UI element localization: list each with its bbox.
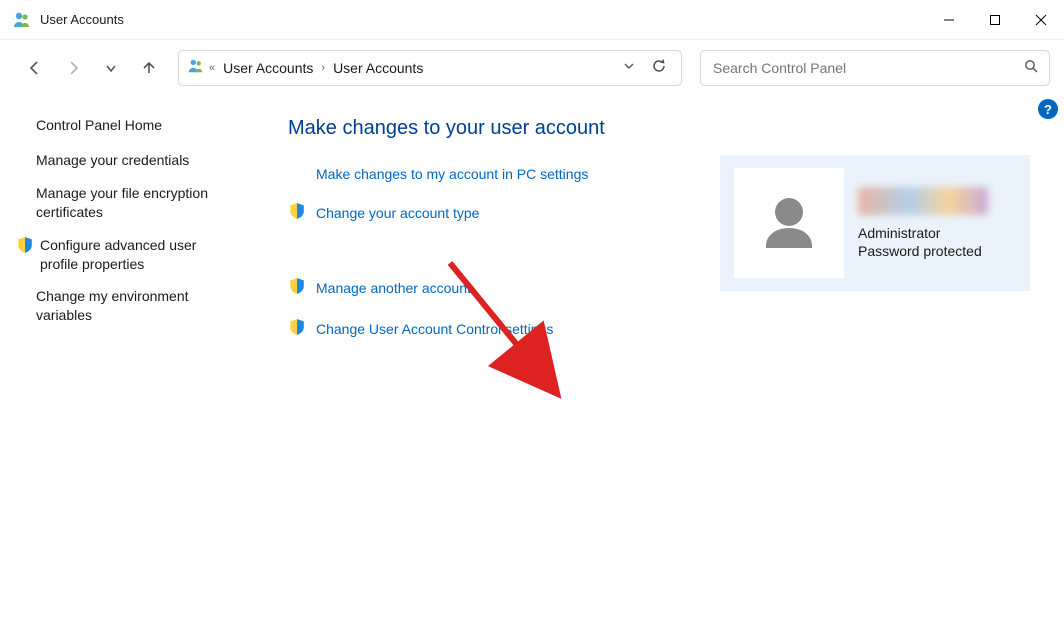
sidebar: Control Panel Home Manage your credentia… — [0, 95, 250, 631]
account-role: Administrator — [858, 225, 988, 241]
sidebar-item-label: Change my environment variables — [36, 287, 236, 325]
page-heading: Make changes to your user account — [288, 117, 1044, 140]
window-title: User Accounts — [40, 12, 124, 27]
user-accounts-icon — [187, 57, 205, 78]
toolbar: « User Accounts › User Accounts — [0, 40, 1064, 95]
chevron-right-icon: › — [321, 62, 325, 74]
shield-icon — [16, 236, 34, 259]
forward-button[interactable] — [56, 51, 90, 85]
account-status: Password protected — [858, 243, 988, 259]
sidebar-item-credentials[interactable]: Manage your credentials — [36, 151, 236, 170]
minimize-button[interactable] — [926, 0, 972, 40]
chevron-left-icon: « — [209, 62, 215, 74]
up-button[interactable] — [132, 51, 166, 85]
shield-icon — [288, 318, 306, 339]
refresh-button[interactable] — [645, 58, 673, 77]
sidebar-item-advanced-profile[interactable]: Configure advanced user profile properti… — [36, 236, 236, 274]
avatar-icon — [754, 188, 824, 258]
breadcrumb-level2[interactable]: User Accounts — [329, 58, 427, 78]
user-accounts-icon — [12, 10, 32, 30]
avatar-frame — [734, 168, 844, 278]
shield-icon — [288, 277, 306, 298]
titlebar: User Accounts — [0, 0, 1064, 40]
sidebar-item-file-encryption[interactable]: Manage your file encryption certificates — [36, 184, 236, 222]
action-uac-settings[interactable]: Change User Account Control settings — [288, 318, 1044, 339]
recent-locations-button[interactable] — [94, 51, 128, 85]
back-button[interactable] — [18, 51, 52, 85]
control-panel-home-link[interactable]: Control Panel Home — [36, 117, 240, 133]
address-bar[interactable]: « User Accounts › User Accounts — [178, 50, 682, 86]
sidebar-item-label: Manage your file encryption certificates — [36, 184, 236, 222]
main-panel: Make changes to your user account Make c… — [250, 95, 1064, 631]
sidebar-item-label: Configure advanced user profile properti… — [40, 236, 236, 274]
search-box[interactable] — [700, 50, 1050, 86]
search-input[interactable] — [711, 59, 1024, 77]
breadcrumb-level1[interactable]: User Accounts — [219, 58, 317, 78]
account-tile: Administrator Password protected — [720, 155, 1030, 291]
action-label: Change your account type — [316, 205, 479, 221]
address-dropdown[interactable] — [617, 60, 641, 75]
close-button[interactable] — [1018, 0, 1064, 40]
search-icon — [1024, 59, 1039, 77]
sidebar-item-env-vars[interactable]: Change my environment variables — [36, 287, 236, 325]
maximize-button[interactable] — [972, 0, 1018, 40]
shield-icon — [288, 202, 306, 223]
sidebar-item-label: Manage your credentials — [36, 151, 189, 170]
action-label: Make changes to my account in PC setting… — [316, 166, 588, 182]
account-username-redacted — [858, 187, 988, 215]
action-label: Manage another account — [316, 280, 471, 296]
action-label: Change User Account Control settings — [316, 321, 553, 337]
